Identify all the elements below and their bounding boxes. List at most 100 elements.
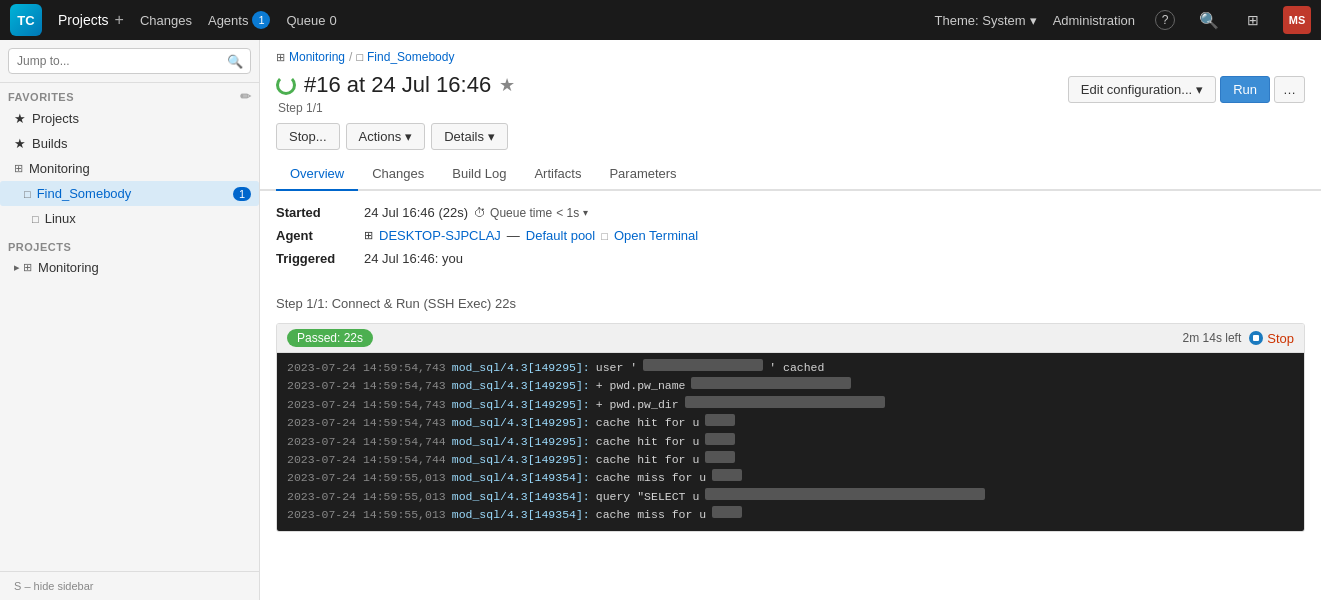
run-btn[interactable]: Run xyxy=(1220,76,1270,103)
triggered-value: 24 Jul 16:46: you xyxy=(364,251,463,266)
step-header: Step 1/1: Connect & Run (SSH Exec) 22s xyxy=(276,296,1305,311)
favorites-section-header: FAVORITES ✏ xyxy=(0,83,259,106)
log-line: 2023-07-24 14:59:55,013 mod_sql/4.3[1493… xyxy=(287,506,1294,524)
started-label: Started xyxy=(276,205,356,220)
nav-add-project-btn[interactable]: + xyxy=(115,11,124,29)
favorite-star[interactable]: ★ xyxy=(499,74,515,96)
log-header-right: 2m 14s left Stop xyxy=(1183,331,1294,346)
tc-logo[interactable]: TC xyxy=(10,4,42,36)
log-header-left: Passed: 22s xyxy=(287,329,373,347)
nav-changes[interactable]: Changes xyxy=(140,13,192,28)
nav-help-btn[interactable]: ? xyxy=(1151,6,1179,34)
actions-dropdown-icon: ▾ xyxy=(405,129,412,144)
sidebar-find-somebody-label: Find_Somebody xyxy=(37,186,132,201)
open-terminal-link[interactable]: Open Terminal xyxy=(614,228,698,243)
details-btn[interactable]: Details ▾ xyxy=(431,123,508,150)
nav-queue[interactable]: Queue 0 xyxy=(286,13,336,28)
nav-administration[interactable]: Administration xyxy=(1053,13,1135,28)
stop-circle-icon xyxy=(1249,331,1263,345)
build-actions: Stop... Actions ▾ Details ▾ xyxy=(260,123,1321,158)
log-body: 2023-07-24 14:59:54,743 mod_sql/4.3[1492… xyxy=(277,353,1304,531)
breadcrumb-monitoring-icon: ⊞ xyxy=(276,51,285,64)
agent-pool-link[interactable]: Default pool xyxy=(526,228,595,243)
top-nav: TC Projects + Changes Agents 1 1 Queue 0… xyxy=(0,0,1321,40)
sidebar-projects-label: Projects xyxy=(32,111,79,126)
sidebar-item-linux[interactable]: □ Linux xyxy=(0,206,259,231)
nav-theme[interactable]: Theme: System ▾ xyxy=(935,13,1037,28)
monitoring-icon: ⊞ xyxy=(14,162,23,175)
app-layout: 🔍 FAVORITES ✏ ★ Projects ★ Builds ⊞ Moni… xyxy=(0,40,1321,600)
queue-time: ⏱ Queue time < 1s ▾ xyxy=(474,206,588,220)
log-line: 2023-07-24 14:59:55,013 mod_sql/4.3[1493… xyxy=(287,469,1294,487)
log-line: 2023-07-24 14:59:54,744 mod_sql/4.3[1492… xyxy=(287,433,1294,451)
running-icon xyxy=(276,75,296,95)
agent-label: Agent xyxy=(276,228,356,243)
log-line: 2023-07-24 14:59:54,743 mod_sql/4.3[1492… xyxy=(287,396,1294,414)
projects-fav-icon: ★ xyxy=(14,111,26,126)
nav-search-btn[interactable]: 🔍 xyxy=(1195,6,1223,34)
tab-artifacts[interactable]: Artifacts xyxy=(520,158,595,191)
triggered-label: Triggered xyxy=(276,251,356,266)
monitoring-project-icon: ▸ ⊞ xyxy=(14,261,32,274)
actions-btn[interactable]: Actions ▾ xyxy=(346,123,426,150)
sidebar-item-monitoring-project[interactable]: ▸ ⊞ Monitoring xyxy=(0,255,259,280)
tabs: Overview Changes Build Log Artifacts Par… xyxy=(260,158,1321,191)
agent-value: ⊞ DESKTOP-SJPCLAJ — Default pool □ Open … xyxy=(364,228,698,243)
step-section: Step 1/1: Connect & Run (SSH Exec) 22s xyxy=(260,288,1321,315)
edit-config-dropdown-icon: ▾ xyxy=(1196,82,1203,97)
sidebar-item-builds[interactable]: ★ Builds xyxy=(0,131,259,156)
sidebar-linux-label: Linux xyxy=(45,211,76,226)
log-line: 2023-07-24 14:59:55,013 mod_sql/4.3[1493… xyxy=(287,488,1294,506)
stop-log-btn[interactable]: Stop xyxy=(1249,331,1294,346)
sidebar-search-area: 🔍 xyxy=(0,40,259,83)
nav-layout-btn[interactable]: ⊞ xyxy=(1239,6,1267,34)
details-dropdown-icon: ▾ xyxy=(488,129,495,144)
search-input[interactable] xyxy=(8,48,251,74)
main-content: ⊞ Monitoring / □ Find_Somebody #16 at 24… xyxy=(260,40,1321,600)
passed-badge: Passed: 22s xyxy=(287,329,373,347)
breadcrumb-monitoring-link[interactable]: Monitoring xyxy=(289,50,345,64)
find-somebody-badge: 1 xyxy=(233,187,251,201)
log-line: 2023-07-24 14:59:54,743 mod_sql/4.3[1492… xyxy=(287,359,1294,377)
breadcrumb-find-somebody-link[interactable]: Find_Somebody xyxy=(367,50,454,64)
sidebar-item-monitoring[interactable]: ⊞ Monitoring xyxy=(0,156,259,181)
started-value: 24 Jul 16:46 (22s) ⏱ Queue time < 1s ▾ xyxy=(364,205,588,220)
tab-parameters[interactable]: Parameters xyxy=(595,158,690,191)
tab-changes[interactable]: Changes xyxy=(358,158,438,191)
build-number-title: #16 at 24 Jul 16:46 xyxy=(304,72,491,98)
builds-fav-icon: ★ xyxy=(14,136,26,151)
sidebar-monitoring-project-label: Monitoring xyxy=(38,260,99,275)
find-somebody-icon: □ xyxy=(24,188,31,200)
build-title: #16 at 24 Jul 16:46 ★ xyxy=(276,72,515,98)
log-header: Passed: 22s 2m 14s left Stop xyxy=(277,324,1304,353)
stop-square-icon xyxy=(1253,335,1259,341)
nav-agents[interactable]: Agents 1 1 xyxy=(208,11,270,29)
windows-icon: ⊞ xyxy=(364,229,373,242)
agents-badge: 1 xyxy=(252,11,270,29)
breadcrumb-find-somebody-icon: □ xyxy=(356,51,363,63)
stop-btn[interactable]: Stop... xyxy=(276,123,340,150)
user-avatar[interactable]: MS xyxy=(1283,6,1311,34)
tab-build-log[interactable]: Build Log xyxy=(438,158,520,191)
sidebar-item-find-somebody[interactable]: □ Find_Somebody 1 xyxy=(0,181,259,206)
log-line: 2023-07-24 14:59:54,743 mod_sql/4.3[1492… xyxy=(287,414,1294,432)
triggered-row: Triggered 24 Jul 16:46: you xyxy=(276,251,1305,266)
nav-projects-label[interactable]: Projects xyxy=(58,12,109,28)
search-icon: 🔍 xyxy=(227,54,243,69)
hide-sidebar-btn[interactable]: S – hide sidebar xyxy=(0,571,259,600)
edit-configuration-btn[interactable]: Edit configuration... ▾ xyxy=(1068,76,1216,103)
tab-overview[interactable]: Overview xyxy=(276,158,358,191)
linux-icon: □ xyxy=(32,213,39,225)
edit-favorites-btn[interactable]: ✏ xyxy=(240,89,252,104)
build-step-label: Step 1/1 xyxy=(276,101,515,115)
header-actions: Edit configuration... ▾ Run … xyxy=(1068,76,1305,103)
agent-name-link[interactable]: DESKTOP-SJPCLAJ xyxy=(379,228,501,243)
log-line: 2023-07-24 14:59:54,744 mod_sql/4.3[1492… xyxy=(287,451,1294,469)
sidebar-item-projects[interactable]: ★ Projects xyxy=(0,106,259,131)
more-options-btn[interactable]: … xyxy=(1274,76,1305,103)
started-row: Started 24 Jul 16:46 (22s) ⏱ Queue time … xyxy=(276,205,1305,220)
queue-time-dropdown[interactable]: ▾ xyxy=(583,207,588,218)
build-info: Started 24 Jul 16:46 (22s) ⏱ Queue time … xyxy=(260,191,1321,288)
breadcrumb: ⊞ Monitoring / □ Find_Somebody xyxy=(260,40,1321,68)
page-header: #16 at 24 Jul 16:46 ★ Step 1/1 Edit conf… xyxy=(260,68,1321,123)
